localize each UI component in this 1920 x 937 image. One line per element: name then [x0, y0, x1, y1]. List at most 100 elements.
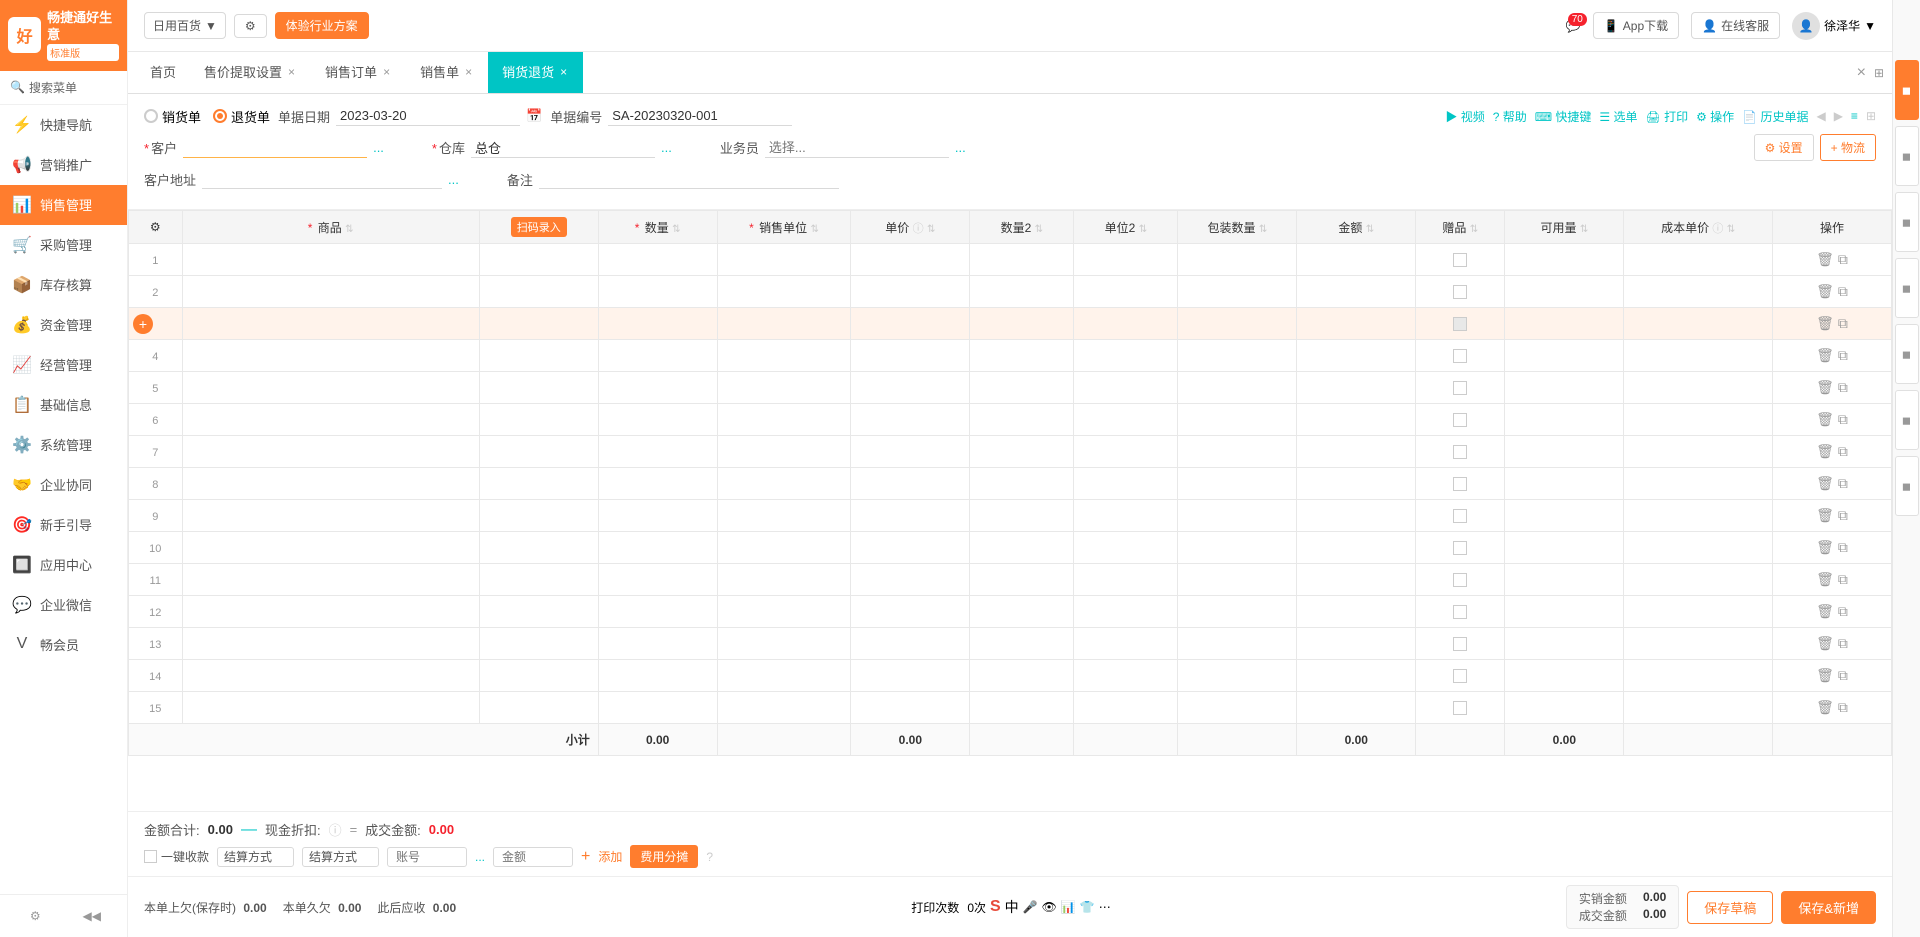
right-btn-7[interactable]: ◼: [1895, 456, 1919, 516]
amount-input[interactable]: [493, 847, 573, 867]
tab-home[interactable]: 首页: [136, 52, 190, 93]
app-download-btn[interactable]: 📱 App下载: [1593, 12, 1679, 39]
sort-unit-icon[interactable]: ⇅: [810, 224, 818, 235]
gift-checkbox[interactable]: [1453, 637, 1467, 651]
calc-method-select[interactable]: 结算方式: [302, 847, 379, 867]
sort-unit2-icon[interactable]: ⇅: [1139, 224, 1147, 235]
goods-cell[interactable]: [182, 244, 479, 276]
delete-icon[interactable]: 🗑: [1816, 251, 1834, 268]
message-btn[interactable]: 💬 70: [1566, 19, 1581, 33]
remark-input[interactable]: [539, 169, 839, 189]
copy-icon[interactable]: ⧉: [1838, 315, 1848, 332]
delete-icon[interactable]: 🗑: [1816, 443, 1834, 460]
toolbar-print-icon[interactable]: 🖨 打印: [1646, 108, 1689, 125]
tab-sales-return-close[interactable]: ×: [558, 65, 569, 79]
nav-prev-icon[interactable]: ◀: [1816, 109, 1825, 123]
copy-icon[interactable]: ⧉: [1838, 635, 1848, 652]
sort-goods-icon[interactable]: ⇅: [345, 224, 353, 235]
footer-icon-more[interactable]: ⋯: [1099, 900, 1111, 914]
right-btn-1[interactable]: ◼: [1895, 60, 1919, 120]
pack-qty-cell[interactable]: [1178, 244, 1297, 276]
fee-split-btn[interactable]: 费用分摊: [630, 845, 698, 868]
copy-icon[interactable]: ⧉: [1838, 443, 1848, 460]
add-payment-btn[interactable]: +: [581, 848, 590, 866]
unit2-cell[interactable]: [1074, 244, 1178, 276]
sidebar-item-wechat[interactable]: 💬 企业微信: [0, 585, 127, 625]
toolbar-help-icon[interactable]: ? 帮助: [1493, 108, 1527, 125]
discount-info-icon[interactable]: ⓘ: [329, 820, 342, 839]
tab-price-settings[interactable]: 售价提取设置 ×: [190, 52, 311, 93]
sidebar-settings-btn[interactable]: ⚙: [10, 905, 61, 927]
footer-icon-shirt[interactable]: 👕: [1080, 900, 1095, 914]
sidebar-item-finance[interactable]: 💰 资金管理: [0, 305, 127, 345]
right-btn-5[interactable]: ◼: [1895, 324, 1919, 384]
goods-cell[interactable]: [182, 276, 479, 308]
copy-icon[interactable]: ⧉: [1838, 283, 1848, 300]
sidebar-item-sales[interactable]: 📊 销售管理: [0, 185, 127, 225]
sidebar-item-member[interactable]: V 畅会员: [0, 625, 127, 664]
gift-checkbox[interactable]: [1453, 605, 1467, 619]
copy-icon[interactable]: ⧉: [1838, 379, 1848, 396]
view-grid-icon[interactable]: ⊞: [1866, 109, 1876, 123]
sidebar-search[interactable]: 🔍 搜索菜单: [0, 71, 127, 105]
save-draft-btn[interactable]: 保存草稿: [1687, 891, 1773, 924]
sidebar-item-operations[interactable]: 📈 经营管理: [0, 345, 127, 385]
fee-help-icon[interactable]: ?: [706, 850, 713, 864]
copy-icon[interactable]: ⧉: [1838, 251, 1848, 268]
price-cell[interactable]: [851, 244, 970, 276]
bank-dots-btn[interactable]: ...: [475, 850, 485, 864]
experience-btn[interactable]: 体验行业方案: [275, 12, 369, 39]
scan-btn[interactable]: 扫码录入: [511, 217, 567, 237]
tab-sales-order[interactable]: 销售订单 ×: [311, 52, 406, 93]
warehouse-input[interactable]: [471, 138, 655, 158]
footer-icon-table[interactable]: 📊: [1061, 900, 1076, 914]
toolbar-select-icon[interactable]: ☰ 选单: [1599, 108, 1637, 125]
gift-checkbox[interactable]: [1453, 253, 1467, 267]
delete-icon[interactable]: 🗑: [1816, 283, 1834, 300]
copy-icon[interactable]: ⧉: [1838, 411, 1848, 428]
delete-icon[interactable]: 🗑: [1816, 635, 1834, 652]
gift-checkbox[interactable]: [1453, 381, 1467, 395]
sidebar-collapse-btn[interactable]: ◀◀: [67, 905, 118, 927]
salesperson-input[interactable]: [765, 138, 949, 158]
gift-checkbox[interactable]: [1453, 445, 1467, 459]
number-input[interactable]: [608, 106, 792, 126]
save-new-btn[interactable]: 保存&新增: [1781, 891, 1876, 924]
amount-cell[interactable]: [1297, 244, 1416, 276]
copy-icon[interactable]: ⧉: [1838, 603, 1848, 620]
one-click-label[interactable]: 一键收款: [144, 848, 209, 865]
tab-sales-close[interactable]: ×: [463, 65, 474, 79]
sidebar-item-basic[interactable]: 📋 基础信息: [0, 385, 127, 425]
right-btn-6[interactable]: ◼: [1895, 390, 1919, 450]
cost-price-info-icon[interactable]: ⓘ: [1712, 223, 1723, 235]
date-input[interactable]: [336, 106, 520, 126]
col-scan[interactable]: 扫码录入: [479, 211, 598, 244]
footer-icon-eye[interactable]: 👁: [1042, 900, 1057, 914]
delete-icon[interactable]: 🗑: [1816, 315, 1834, 332]
gift-checkbox[interactable]: [1453, 509, 1467, 523]
online-service-btn[interactable]: 👤 在线客服: [1691, 12, 1780, 39]
user-info[interactable]: 👤 徐泽华 ▼: [1792, 12, 1876, 40]
sort-gift-icon[interactable]: ⇅: [1470, 224, 1478, 235]
warehouse-select-btn[interactable]: ...: [661, 140, 672, 155]
delete-icon[interactable]: 🗑: [1816, 379, 1834, 396]
gift-checkbox-active[interactable]: [1453, 317, 1467, 331]
delete-icon[interactable]: 🗑: [1816, 347, 1834, 364]
gift-checkbox[interactable]: [1453, 477, 1467, 491]
sidebar-item-purchase[interactable]: 🛒 采购管理: [0, 225, 127, 265]
tab-sales[interactable]: 销售单 ×: [406, 52, 488, 93]
sort-price-icon[interactable]: ⇅: [927, 224, 935, 235]
gift-checkbox[interactable]: [1453, 541, 1467, 555]
delete-icon[interactable]: 🗑: [1816, 411, 1834, 428]
toolbar-operate-icon[interactable]: ⚙ 操作: [1696, 108, 1734, 125]
delete-icon[interactable]: 🗑: [1816, 699, 1834, 716]
address-input[interactable]: [202, 169, 442, 189]
calendar-icon[interactable]: 📅: [526, 108, 542, 124]
radio-sale[interactable]: 销货单: [144, 107, 201, 126]
settle-method-select[interactable]: 结算方式: [217, 847, 294, 867]
form-settings-btn[interactable]: ⚙ 设置: [1754, 134, 1814, 161]
one-click-checkbox[interactable]: [144, 850, 157, 863]
delete-icon[interactable]: 🗑: [1816, 571, 1834, 588]
bank-account-input[interactable]: [387, 847, 467, 867]
tab-sales-order-close[interactable]: ×: [381, 65, 392, 79]
